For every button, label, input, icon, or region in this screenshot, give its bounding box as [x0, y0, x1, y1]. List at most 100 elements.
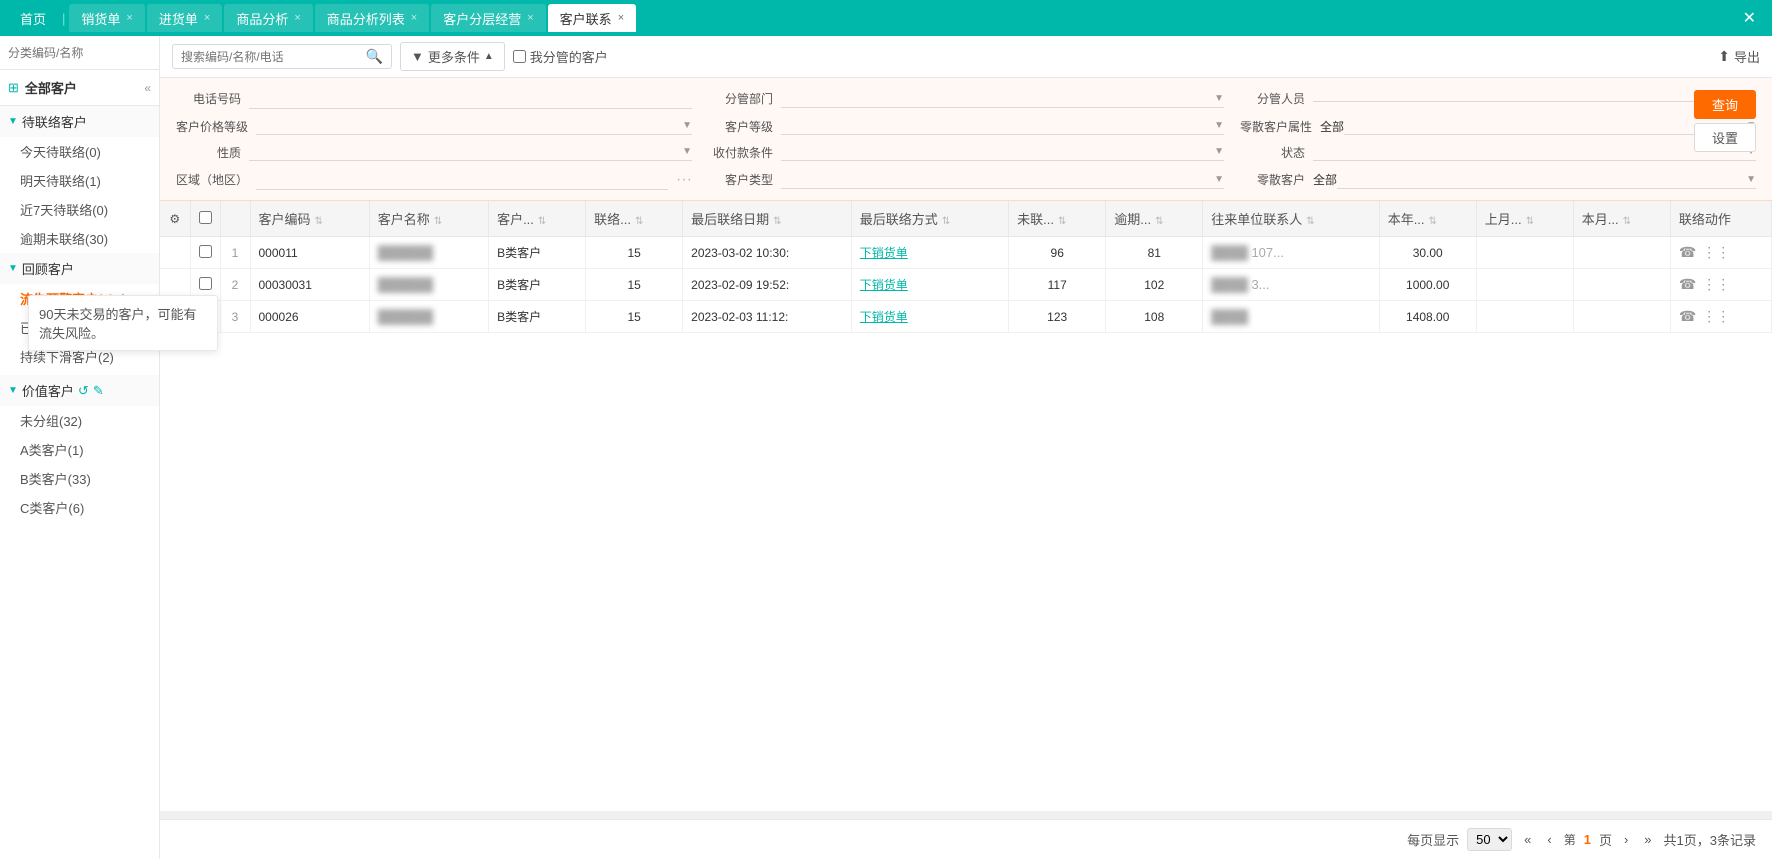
th-contact[interactable]: 联络...⇅ [586, 201, 683, 237]
last-page-btn[interactable]: » [1640, 830, 1655, 849]
row-unit-contact: ████ 107... [1203, 237, 1379, 269]
customer-level-select[interactable]: ▼ [781, 117, 1224, 135]
sidebar-group-value-title[interactable]: ▼ 价值客户 ↺ ✎ [0, 375, 159, 406]
sort-icon: ⇅ [1306, 216, 1314, 227]
row-last-method[interactable]: 下销货单 [851, 301, 1008, 333]
contact-icon[interactable]: ☎ [1679, 244, 1696, 261]
region-label: 区域（地区） [176, 171, 248, 188]
more-action-icon[interactable]: ⋮⋮ [1702, 276, 1730, 293]
region-input[interactable] [256, 169, 668, 190]
status-select[interactable]: ▼ [1313, 143, 1756, 161]
customer-type-select[interactable]: ▼ [781, 171, 1224, 189]
search-input[interactable] [181, 50, 366, 64]
table-row: 1 000011 ██████ B类客户 15 2023-03-02 10:30… [160, 237, 1772, 269]
th-overdue[interactable]: 逾期...⇅ [1106, 201, 1203, 237]
sidebar-item-ungrouped[interactable]: 未分组(32) [0, 406, 159, 435]
th-type[interactable]: 客户...⇅ [489, 201, 586, 237]
th-checkbox[interactable] [190, 201, 220, 237]
close-icon[interactable]: × [411, 12, 417, 24]
close-icon[interactable]: × [126, 12, 132, 24]
th-last-month[interactable]: 上月...⇅ [1476, 201, 1573, 237]
query-button[interactable]: 查询 [1694, 90, 1756, 119]
row-contact: 15 [586, 301, 683, 333]
sort-icon: ⇅ [1058, 216, 1066, 227]
sidebar-group-pending-title[interactable]: ▼ 待联络客户 [0, 106, 159, 137]
more-conditions-btn[interactable]: ▼ 更多条件 ▲ [400, 42, 505, 71]
filter-grid: 电话号码 分管部门 ▼ 分管人员 ··· [176, 88, 1756, 190]
collapse-icon: « [144, 81, 151, 95]
region-more-icon[interactable]: ··· [676, 171, 692, 189]
tab-home[interactable]: 首页 [8, 9, 58, 28]
th-unit-contact[interactable]: 往来单位联系人⇅ [1203, 201, 1379, 237]
sidebar-group-review-title[interactable]: ▼ 回顾客户 [0, 253, 159, 284]
th-settings[interactable]: ⚙ [160, 201, 190, 237]
row-unit-contact: ████ 3... [1203, 269, 1379, 301]
th-last-method[interactable]: 最后联络方式⇅ [851, 201, 1008, 237]
close-icon[interactable]: × [294, 12, 300, 24]
export-button[interactable]: ⬆ 导出 [1718, 47, 1760, 66]
per-page-select[interactable]: 50 [1467, 828, 1512, 851]
th-this-month[interactable]: 本月...⇅ [1573, 201, 1670, 237]
more-action-icon[interactable]: ⋮⋮ [1702, 244, 1730, 261]
sidebar-item-class-b[interactable]: B类客户(33) [0, 464, 159, 493]
row-last-method[interactable]: 下销货单 [851, 237, 1008, 269]
sidebar-item-class-c[interactable]: C类客户(6) [0, 493, 159, 522]
contact-icon[interactable]: ☎ [1679, 276, 1696, 293]
zero-customer-select[interactable]: ▼ [1337, 171, 1756, 189]
sidebar-search-input[interactable] [8, 46, 160, 60]
sidebar-item-overdue[interactable]: 逾期未联络(30) [0, 224, 159, 253]
sidebar-item-tomorrow[interactable]: 明天待联络(1) [0, 166, 159, 195]
tab-customer-tier[interactable]: 客户分层经营 × [431, 4, 545, 32]
prev-page-btn[interactable]: ‹ [1543, 830, 1555, 849]
tab-product-analysis[interactable]: 商品分析 × [224, 4, 312, 32]
window-close-button[interactable]: ✕ [1735, 8, 1764, 28]
person-select[interactable] [1313, 95, 1732, 102]
price-level-select[interactable]: ▼ [256, 117, 692, 135]
contact-icon[interactable]: ☎ [1679, 308, 1696, 325]
sidebar-item-class-a[interactable]: A类客户(1) [0, 435, 159, 464]
arrow-icon: ▼ [8, 263, 18, 274]
close-icon[interactable]: × [618, 12, 624, 24]
tab-customer-contact[interactable]: 客户联系 × [548, 4, 636, 32]
first-page-btn[interactable]: « [1520, 830, 1535, 849]
zero-customer-label: 零散客户 [1240, 171, 1305, 188]
sidebar-item-7days[interactable]: 近7天待联络(0) [0, 195, 159, 224]
next-page-btn[interactable]: › [1620, 830, 1632, 849]
th-name[interactable]: 客户名称⇅ [369, 201, 488, 237]
payment-label: 收付款条件 [708, 144, 773, 161]
row-code: 00030031 [250, 269, 369, 301]
select-all-checkbox[interactable] [199, 211, 212, 224]
my-customers-check[interactable]: 我分管的客户 [513, 47, 608, 66]
my-customers-checkbox[interactable] [513, 50, 526, 63]
horizontal-scrollbar[interactable] [160, 811, 1772, 819]
sidebar-item-today[interactable]: 今天待联络(0) [0, 137, 159, 166]
th-this-year[interactable]: 本年...⇅ [1379, 201, 1476, 237]
refresh-icon[interactable]: ↺ [78, 383, 89, 399]
tab-product-list[interactable]: 商品分析列表 × [315, 4, 429, 32]
sort-icon: ⇅ [773, 216, 781, 227]
th-last-date[interactable]: 最后联络日期⇅ [683, 201, 852, 237]
close-icon[interactable]: × [204, 12, 210, 24]
edit-icon[interactable]: ✎ [93, 383, 104, 399]
th-uncontacted[interactable]: 未联...⇅ [1009, 201, 1106, 237]
setting-button[interactable]: 设置 [1694, 123, 1756, 152]
search-box[interactable]: 🔍 [172, 44, 392, 69]
row-code: 000026 [250, 301, 369, 333]
th-code[interactable]: 客户编码⇅ [250, 201, 369, 237]
row-last-method[interactable]: 下销货单 [851, 269, 1008, 301]
all-customers-item[interactable]: ⊞ 全部客户 « [0, 70, 159, 106]
row-this-month [1573, 269, 1670, 301]
nature-select[interactable]: ▼ [249, 143, 692, 161]
tab-purchase[interactable]: 进货单 × [147, 4, 222, 32]
close-icon[interactable]: × [527, 12, 533, 24]
phone-input[interactable] [249, 88, 692, 109]
search-icon[interactable]: 🔍 [366, 48, 383, 65]
dept-select[interactable]: ▼ [781, 90, 1224, 108]
payment-select[interactable]: ▼ [781, 143, 1224, 161]
sidebar: 🔍 ⊞ 全部客户 « ▼ 待联络客户 今天待联络(0) 明天待联络(1) 近7天… [0, 36, 160, 859]
row-last-date: 2023-03-02 10:30: [683, 237, 852, 269]
row-checkbox[interactable] [199, 245, 212, 258]
more-action-icon[interactable]: ⋮⋮ [1702, 308, 1730, 325]
row-checkbox[interactable] [199, 277, 212, 290]
tab-sales[interactable]: 销货单 × [69, 4, 144, 32]
